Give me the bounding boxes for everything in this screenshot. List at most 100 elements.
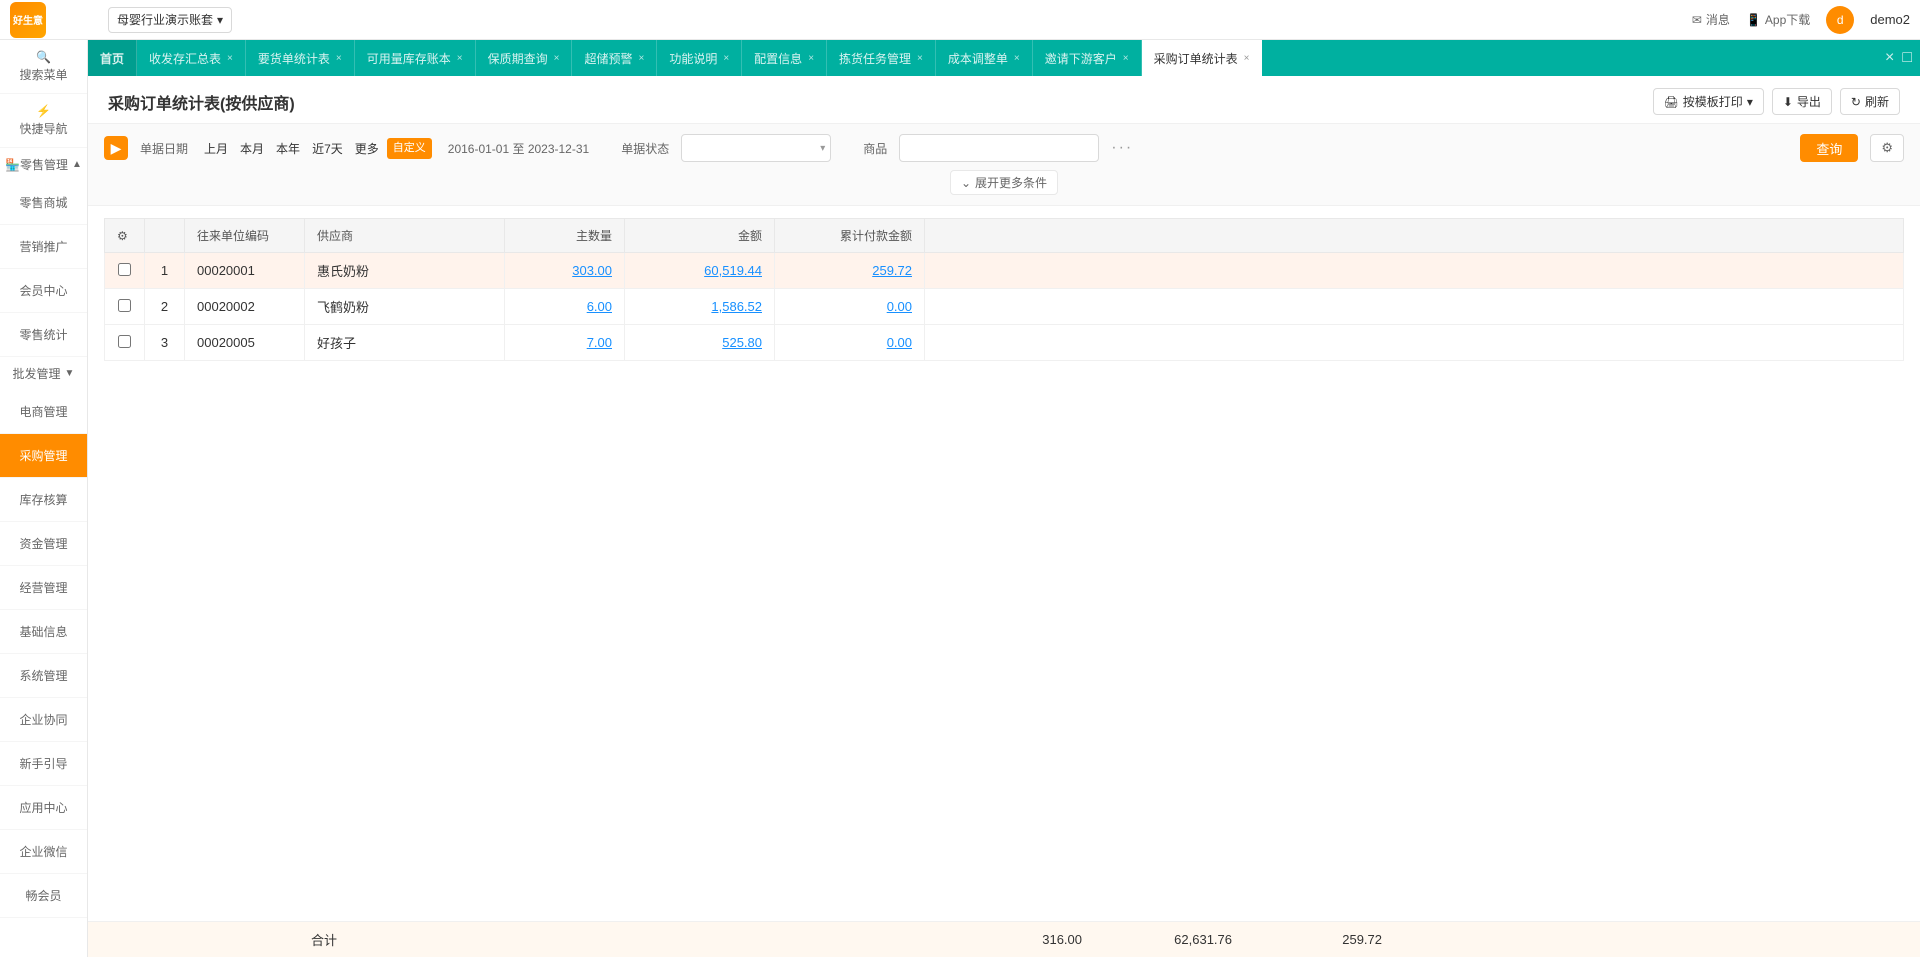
tab-close-icon[interactable]: × (554, 53, 560, 64)
row-qty-cell[interactable]: 303.00 (505, 253, 625, 289)
shortcut-this-month[interactable]: 本月 (236, 138, 268, 159)
table-row: 3 00020005 好孩子 7.00 525.80 0.00 (105, 325, 1904, 361)
tab-goods-stats[interactable]: 要货单统计表 × (246, 40, 355, 76)
tab-label: 可用量库存账本 (367, 50, 451, 67)
tab-close-icon[interactable]: × (336, 53, 342, 64)
sidebar-item-finance[interactable]: 资金管理 (0, 522, 87, 566)
custom-date-badge[interactable]: 自定义 (387, 138, 432, 159)
sidebar-item-new-guide[interactable]: 新手引导 (0, 742, 87, 786)
tab-home[interactable]: 首页 (88, 40, 137, 76)
sidebar-item-search[interactable]: 🔍 搜索菜单 (0, 40, 87, 94)
tab-close-icon[interactable]: × (917, 53, 923, 64)
message-icon: ✉ (1692, 13, 1702, 27)
row-checkbox[interactable] (118, 335, 131, 348)
refresh-button[interactable]: ↻ 刷新 (1840, 88, 1900, 115)
tab-overstock-warning[interactable]: 超储预警 × (572, 40, 657, 76)
row-supplier-cell: 好孩子 (305, 325, 505, 361)
shortcut-last-month[interactable]: 上月 (200, 138, 232, 159)
sidebar-item-basic-info[interactable]: 基础信息 (0, 610, 87, 654)
row-checkbox-cell[interactable] (105, 253, 145, 289)
sidebar-item-ecommerce[interactable]: 电商管理 (0, 390, 87, 434)
message-action[interactable]: ✉ 消息 (1692, 11, 1730, 28)
sidebar-item-quick-nav[interactable]: ⚡ 快捷导航 (0, 94, 87, 148)
tab-available-inventory[interactable]: 可用量库存账本 × (355, 40, 476, 76)
settings-col-icon[interactable]: ⚙ (117, 229, 128, 243)
row-qty-cell[interactable]: 7.00 (505, 325, 625, 361)
row-checkbox[interactable] (118, 299, 131, 312)
sidebar-item-marketing[interactable]: 营销推广 (0, 225, 87, 269)
sidebar-item-wholesale-mgmt[interactable]: 批发管理 ▼ (0, 357, 87, 390)
sidebar-item-sys-mgmt[interactable]: 系统管理 (0, 654, 87, 698)
user-avatar[interactable]: d (1826, 6, 1854, 34)
sidebar-item-members[interactable]: 会员中心 (0, 269, 87, 313)
row-amount-cell[interactable]: 60,519.44 (625, 253, 775, 289)
row-paid-cell[interactable]: 0.00 (775, 325, 925, 361)
sidebar-item-label: 快捷导航 (19, 120, 67, 137)
tab-close-icon[interactable]: × (457, 53, 463, 64)
chevron-down-icon: ⌄ (961, 176, 971, 190)
tab-cost-adjust[interactable]: 成本调整单 × (936, 40, 1033, 76)
sidebar-item-inventory[interactable]: 库存核算 (0, 478, 87, 522)
shortcut-7days[interactable]: 近7天 (308, 138, 347, 159)
sidebar-item-retail-stats[interactable]: 零售统计 (0, 313, 87, 357)
tab-close-icon[interactable]: × (1123, 53, 1129, 64)
tab-close-icon[interactable]: × (1244, 53, 1250, 64)
sidebar-item-label: 采购管理 (19, 447, 67, 464)
shortcut-more[interactable]: 更多 (351, 138, 383, 159)
close-all-tabs-icon[interactable]: × (1885, 49, 1894, 67)
tab-receive-send[interactable]: 收发存汇总表 × (137, 40, 246, 76)
goods-input[interactable] (899, 134, 1099, 162)
tab-label: 采购订单统计表 (1154, 50, 1238, 67)
data-table: ⚙ 往来单位编码 供应商 主数量 金额 累计付款金额 (104, 218, 1904, 361)
sidebar-item-member-plan[interactable]: 畅会员 (0, 874, 87, 918)
tab-close-icon[interactable]: × (808, 53, 814, 64)
tab-picking-task[interactable]: 拣货任务管理 × (827, 40, 936, 76)
tab-func-desc[interactable]: 功能说明 × (657, 40, 742, 76)
row-paid-cell[interactable]: 0.00 (775, 289, 925, 325)
date-filter-label: 单据日期 (140, 140, 188, 157)
row-paid-cell[interactable]: 259.72 (775, 253, 925, 289)
row-qty-cell[interactable]: 6.00 (505, 289, 625, 325)
row-checkbox[interactable] (118, 263, 131, 276)
tab-config-info[interactable]: 配置信息 × (742, 40, 827, 76)
row-amount-cell[interactable]: 525.80 (625, 325, 775, 361)
tab-close-icon[interactable]: × (1014, 53, 1020, 64)
more-options-icon[interactable]: ··· (1111, 139, 1133, 157)
sidebar-item-operations[interactable]: 经营管理 (0, 566, 87, 610)
row-checkbox-cell[interactable] (105, 325, 145, 361)
tab-close-icon[interactable]: × (723, 53, 729, 64)
app-download-action[interactable]: 📱 App下载 (1746, 11, 1810, 28)
maximize-icon[interactable]: □ (1902, 49, 1912, 67)
row-code-cell: 00020002 (185, 289, 305, 325)
footer-amount: 62,631.76 (1094, 932, 1244, 947)
tab-invite-downstream[interactable]: 邀请下游客户 × (1033, 40, 1142, 76)
workspace-selector[interactable]: 母婴行业演示账套 ▾ (108, 7, 232, 33)
page-header-actions: 🖨 按模板打印 ▾ ⬇ 导出 ↻ 刷新 (1653, 88, 1900, 115)
sidebar-item-purchase-mgmt[interactable]: 采购管理 (0, 434, 87, 478)
row-code-cell: 00020001 (185, 253, 305, 289)
template-print-label: 按模板打印 (1683, 93, 1743, 110)
sidebar-item-retail-mgmt[interactable]: 🏪 零售管理 ▲ (0, 148, 87, 181)
shortcut-this-year[interactable]: 本年 (272, 138, 304, 159)
sidebar-item-app-center[interactable]: 应用中心 (0, 786, 87, 830)
template-print-button[interactable]: 🖨 按模板打印 ▾ (1653, 88, 1764, 115)
row-amount-cell[interactable]: 1,586.52 (625, 289, 775, 325)
sidebar-item-corp-collab[interactable]: 企业协同 (0, 698, 87, 742)
tab-purchase-stats[interactable]: 采购订单统计表 × (1142, 40, 1263, 76)
search-button[interactable]: 查询 (1800, 134, 1858, 162)
page-title: 采购订单统计表(按供应商) (108, 90, 295, 114)
sidebar-item-corp-wechat[interactable]: 企业微信 (0, 830, 87, 874)
tab-close-icon[interactable]: × (227, 53, 233, 64)
col-qty-header: 主数量 (505, 219, 625, 253)
filter-toggle-button[interactable]: ▶ (104, 136, 128, 160)
user-name[interactable]: demo2 (1870, 12, 1910, 27)
row-checkbox-cell[interactable] (105, 289, 145, 325)
expand-more-button[interactable]: ⌄ 展开更多条件 (950, 170, 1058, 195)
date-range-text: 2016-01-01 至 2023-12-31 (448, 142, 589, 156)
tab-close-icon[interactable]: × (638, 53, 644, 64)
status-select[interactable] (681, 134, 831, 162)
sidebar-item-retail-shop[interactable]: 零售商城 (0, 181, 87, 225)
export-button[interactable]: ⬇ 导出 (1772, 88, 1832, 115)
settings-button[interactable]: ⚙ (1870, 134, 1904, 162)
tab-warranty-query[interactable]: 保质期查询 × (476, 40, 573, 76)
